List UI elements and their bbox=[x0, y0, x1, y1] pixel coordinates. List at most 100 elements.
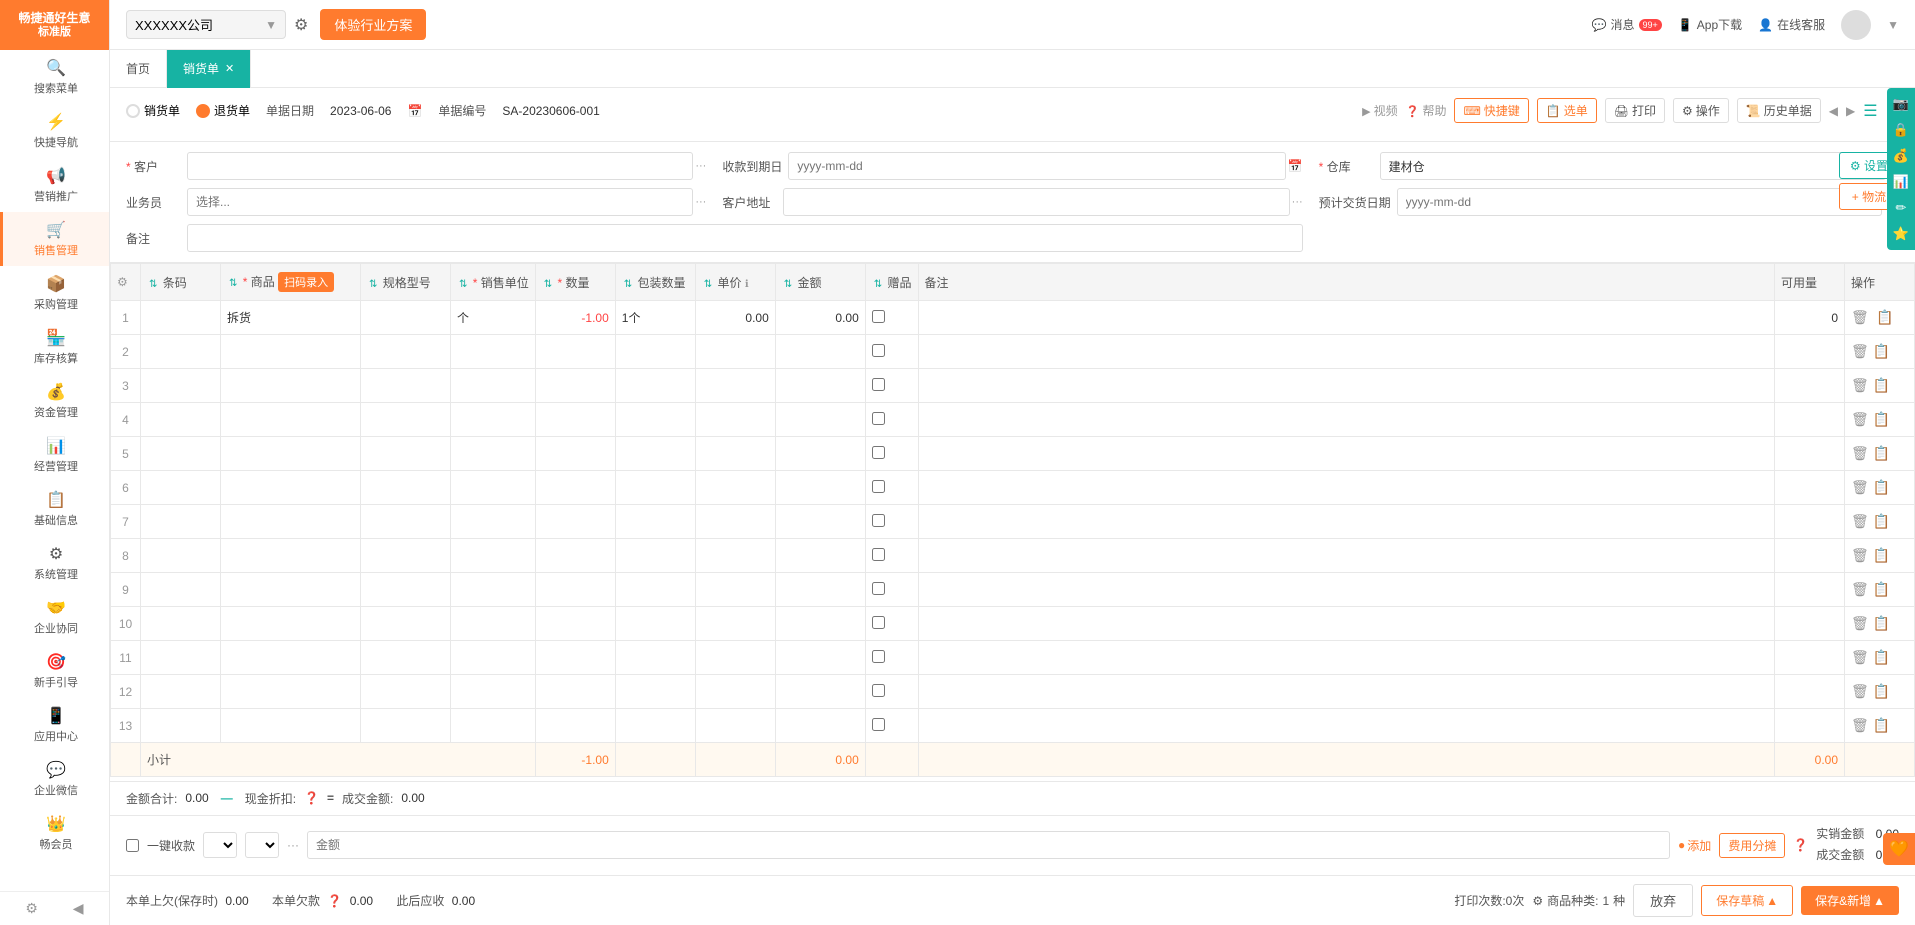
app-download-btn[interactable]: 📱 App下载 bbox=[1678, 16, 1742, 33]
message-btn[interactable]: 💬 消息 99+ bbox=[1592, 16, 1662, 33]
sidebar-item-beginner[interactable]: 🎯 新手引导 bbox=[0, 644, 109, 698]
abandon-button[interactable]: 放弃 bbox=[1633, 884, 1693, 917]
row-product[interactable]: 拆货 bbox=[221, 301, 361, 335]
delete-row-btn[interactable]: 🗑 bbox=[1851, 649, 1869, 665]
copy-row-btn[interactable]: 📋 bbox=[1873, 445, 1890, 461]
help-btn[interactable]: ❓ 帮助 bbox=[1406, 102, 1447, 119]
gift-checkbox[interactable] bbox=[872, 582, 885, 595]
gift-checkbox[interactable] bbox=[872, 446, 885, 459]
table-container[interactable]: ⚙ ⇅ 条码 ⇅ * 商品 扫码录入 bbox=[110, 263, 1915, 781]
table-gear-icon[interactable]: ⚙ bbox=[117, 275, 128, 289]
sidebar-item-inventory[interactable]: 🏪 库存核算 bbox=[0, 320, 109, 374]
sidebar-item-finance[interactable]: 💰 资金管理 bbox=[0, 374, 109, 428]
gift-checkbox[interactable] bbox=[872, 616, 885, 629]
delete-row-btn[interactable]: 🗑 bbox=[1851, 309, 1869, 325]
sidebar-item-wechat[interactable]: 💬 企业微信 bbox=[0, 752, 109, 806]
history-btn[interactable]: 📜 历史单据 bbox=[1737, 98, 1821, 123]
tab-close-icon[interactable]: ✕ bbox=[225, 62, 234, 75]
prev-icon[interactable]: ◀ bbox=[1829, 104, 1838, 118]
print-settings-icon[interactable]: ⚙ bbox=[1532, 894, 1543, 908]
sidebar-item-system[interactable]: ⚙ 系统管理 bbox=[0, 536, 109, 590]
row-spec[interactable] bbox=[361, 301, 451, 335]
remark-input[interactable] bbox=[187, 224, 1303, 252]
copy-row-btn[interactable]: 📋 bbox=[1873, 649, 1890, 665]
header-gear-icon[interactable]: ⚙ bbox=[294, 15, 308, 35]
gift-checkbox[interactable] bbox=[872, 344, 885, 357]
copy-row-btn[interactable]: 📋 bbox=[1873, 513, 1890, 529]
payment-date-input[interactable] bbox=[788, 152, 1285, 180]
copy-row-btn[interactable]: 📋 bbox=[1873, 683, 1890, 699]
warehouse-input[interactable] bbox=[1380, 152, 1886, 180]
row-unit-price[interactable]: 0.00 bbox=[695, 301, 775, 335]
gift-checkbox[interactable] bbox=[872, 514, 885, 527]
sidebar-settings-btn[interactable]: ⚙ bbox=[25, 900, 38, 917]
gift-checkbox[interactable] bbox=[872, 480, 885, 493]
row-barcode[interactable] bbox=[141, 301, 221, 335]
expense-btn[interactable]: 费用分摊 bbox=[1719, 833, 1785, 858]
operation-btn[interactable]: ⚙ 操作 bbox=[1673, 98, 1729, 123]
right-panel-btn-4[interactable]: 📊 bbox=[1889, 170, 1913, 194]
calendar-icon[interactable]: 📅 bbox=[407, 104, 422, 118]
right-panel-btn-1[interactable]: 📷 bbox=[1889, 92, 1913, 116]
gift-checkbox[interactable] bbox=[872, 650, 885, 663]
sidebar-item-marketing[interactable]: 📢 营销推广 bbox=[0, 158, 109, 212]
gift-checkbox[interactable] bbox=[872, 684, 885, 697]
delete-row-btn[interactable]: 🗑 bbox=[1851, 479, 1869, 495]
gift-checkbox[interactable] bbox=[872, 548, 885, 561]
right-panel-btn-5[interactable]: ✏ bbox=[1889, 196, 1913, 220]
right-panel-btn-6[interactable]: ⭐ bbox=[1889, 222, 1913, 246]
gift-checkbox[interactable] bbox=[872, 718, 885, 731]
delete-row-btn[interactable]: 🗑 bbox=[1851, 343, 1869, 359]
delete-row-btn[interactable]: 🗑 bbox=[1851, 411, 1869, 427]
scan-button[interactable]: 扫码录入 bbox=[278, 272, 334, 292]
copy-row-btn[interactable]: 📋 bbox=[1873, 343, 1890, 359]
delete-row-btn[interactable]: 🗑 bbox=[1851, 377, 1869, 393]
trial-button[interactable]: 体验行业方案 bbox=[320, 9, 426, 40]
copy-row-btn[interactable]: 📋 bbox=[1873, 377, 1890, 393]
tab-sales-order[interactable]: 销货单 ✕ bbox=[167, 50, 251, 88]
sidebar-item-operations[interactable]: 📊 经营管理 bbox=[0, 428, 109, 482]
sidebar-item-purchase[interactable]: 📦 采购管理 bbox=[0, 266, 109, 320]
video-btn[interactable]: ▶ 视频 bbox=[1362, 102, 1398, 119]
payment-amount-input[interactable] bbox=[307, 831, 1670, 859]
one-click-payment-checkbox[interactable] bbox=[126, 839, 139, 852]
next-icon[interactable]: ▶ bbox=[1846, 104, 1855, 118]
return-radio[interactable]: 退货单 bbox=[196, 102, 250, 119]
copy-row-btn[interactable]: 📋 bbox=[1873, 479, 1890, 495]
row-gift[interactable] bbox=[865, 301, 918, 335]
list-view-icon[interactable]: ☰ bbox=[1863, 101, 1877, 121]
copy-row-btn[interactable]: 📋 bbox=[1873, 411, 1890, 427]
copy-row-btn[interactable]: 📋 bbox=[1873, 547, 1890, 563]
delete-row-btn[interactable]: 🗑 bbox=[1851, 547, 1869, 563]
delete-row-btn[interactable]: 🗑 bbox=[1851, 513, 1869, 529]
sidebar-item-quick-nav[interactable]: ⚡ 快捷导航 bbox=[0, 104, 109, 158]
copy-row-btn[interactable]: 📋 bbox=[1873, 615, 1890, 631]
delete-row-btn[interactable]: 🗑 bbox=[1851, 615, 1869, 631]
sidebar-collapse-btn[interactable]: ◀ bbox=[73, 900, 84, 917]
right-panel-btn-3[interactable]: 💰 bbox=[1889, 144, 1913, 168]
account-more-icon[interactable]: ··· bbox=[287, 838, 299, 852]
payment-calendar-icon[interactable]: 📅 bbox=[1288, 159, 1303, 173]
shortcut-btn[interactable]: ⌨ 快捷键 bbox=[1454, 98, 1528, 123]
save-new-button[interactable]: 保存&新增 ▲ bbox=[1801, 886, 1899, 915]
copy-row-btn[interactable]: 📋 bbox=[1873, 581, 1890, 597]
customer-address-input[interactable] bbox=[783, 188, 1289, 216]
customer-input[interactable] bbox=[187, 152, 693, 180]
gift-checkbox[interactable] bbox=[872, 378, 885, 391]
sidebar-item-search[interactable]: 🔍 搜索菜单 bbox=[0, 50, 109, 104]
save-draft-button[interactable]: 保存草稿 ▲ bbox=[1701, 885, 1793, 916]
delete-row-btn[interactable]: 🗑 bbox=[1851, 683, 1869, 699]
right-panel-btn-2[interactable]: 🔒 bbox=[1889, 118, 1913, 142]
row-remark[interactable] bbox=[918, 301, 1774, 335]
copy-row-btn[interactable]: 📋 bbox=[1873, 717, 1890, 733]
sidebar-item-cooperation[interactable]: 🤝 企业协同 bbox=[0, 590, 109, 644]
address-more-icon[interactable]: ··· bbox=[1292, 196, 1303, 208]
user-avatar[interactable] bbox=[1841, 10, 1871, 40]
tab-home[interactable]: 首页 bbox=[110, 50, 167, 88]
payment-method-select[interactable] bbox=[203, 832, 237, 858]
expense-help-icon[interactable]: ❓ bbox=[1793, 838, 1808, 852]
delete-row-btn[interactable]: 🗑 bbox=[1851, 717, 1869, 733]
sidebar-item-member[interactable]: 👑 畅会员 bbox=[0, 806, 109, 860]
copy-row-btn[interactable]: 📋 bbox=[1876, 309, 1893, 325]
delete-row-btn[interactable]: 🗑 bbox=[1851, 581, 1869, 597]
